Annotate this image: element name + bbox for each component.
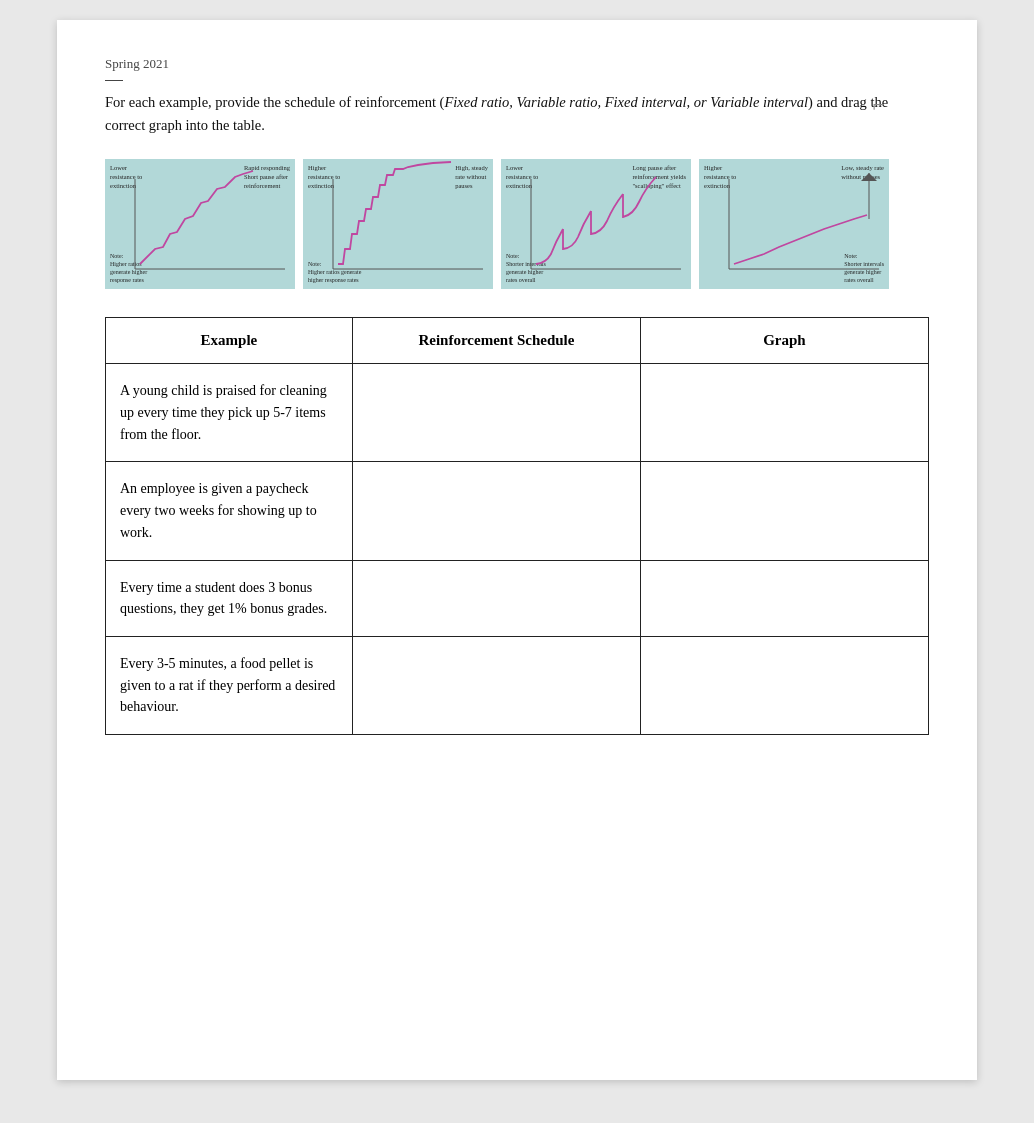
instructions-italic: Fixed ratio, Variable ratio, Fixed inter… [444,94,808,110]
header-graph: Graph [640,318,928,364]
main-table: Example Reinforcement Schedule Graph A y… [105,317,929,735]
header-schedule: Reinforcement Schedule [352,318,640,364]
corner-mark: ⌐ [873,92,881,118]
row3-schedule[interactable] [352,560,640,636]
row2-example: An employee is given a paycheck every tw… [106,462,353,560]
row4-graph[interactable] [640,636,928,734]
row4-schedule[interactable] [352,636,640,734]
table-row: An employee is given a paycheck every tw… [106,462,929,560]
thumbnail-1[interactable]: Lowerresistance toextinction Rapid respo… [105,159,295,289]
thumbnail-2[interactable]: Higherresistance toextinction High, stea… [303,159,493,289]
row1-schedule[interactable] [352,364,640,462]
table-row: Every time a student does 3 bonus questi… [106,560,929,636]
divider [105,80,123,81]
semester-label: Spring 2021 [105,56,929,72]
row2-schedule[interactable] [352,462,640,560]
table-row: Every 3-5 minutes, a food pellet is give… [106,636,929,734]
thumbnails-row: Lowerresistance toextinction Rapid respo… [105,159,929,289]
page: Spring 2021 For each example, provide th… [57,20,977,1080]
row3-example: Every time a student does 3 bonus questi… [106,560,353,636]
row4-example: Every 3-5 minutes, a food pellet is give… [106,636,353,734]
instructions-prefix: For each example, provide the schedule o… [105,94,444,110]
table-header-row: Example Reinforcement Schedule Graph [106,318,929,364]
row3-graph[interactable] [640,560,928,636]
header-example: Example [106,318,353,364]
thumbnail-3[interactable]: Lowerresistance toextinction Long pause … [501,159,691,289]
row1-graph[interactable] [640,364,928,462]
row2-graph[interactable] [640,462,928,560]
thumbnail-4[interactable]: Higherresistance toextinction Low, stead… [699,159,889,289]
row1-example: A young child is praised for cleaning up… [106,364,353,462]
table-row: A young child is praised for cleaning up… [106,364,929,462]
instructions-text: For each example, provide the schedule o… [105,91,929,137]
